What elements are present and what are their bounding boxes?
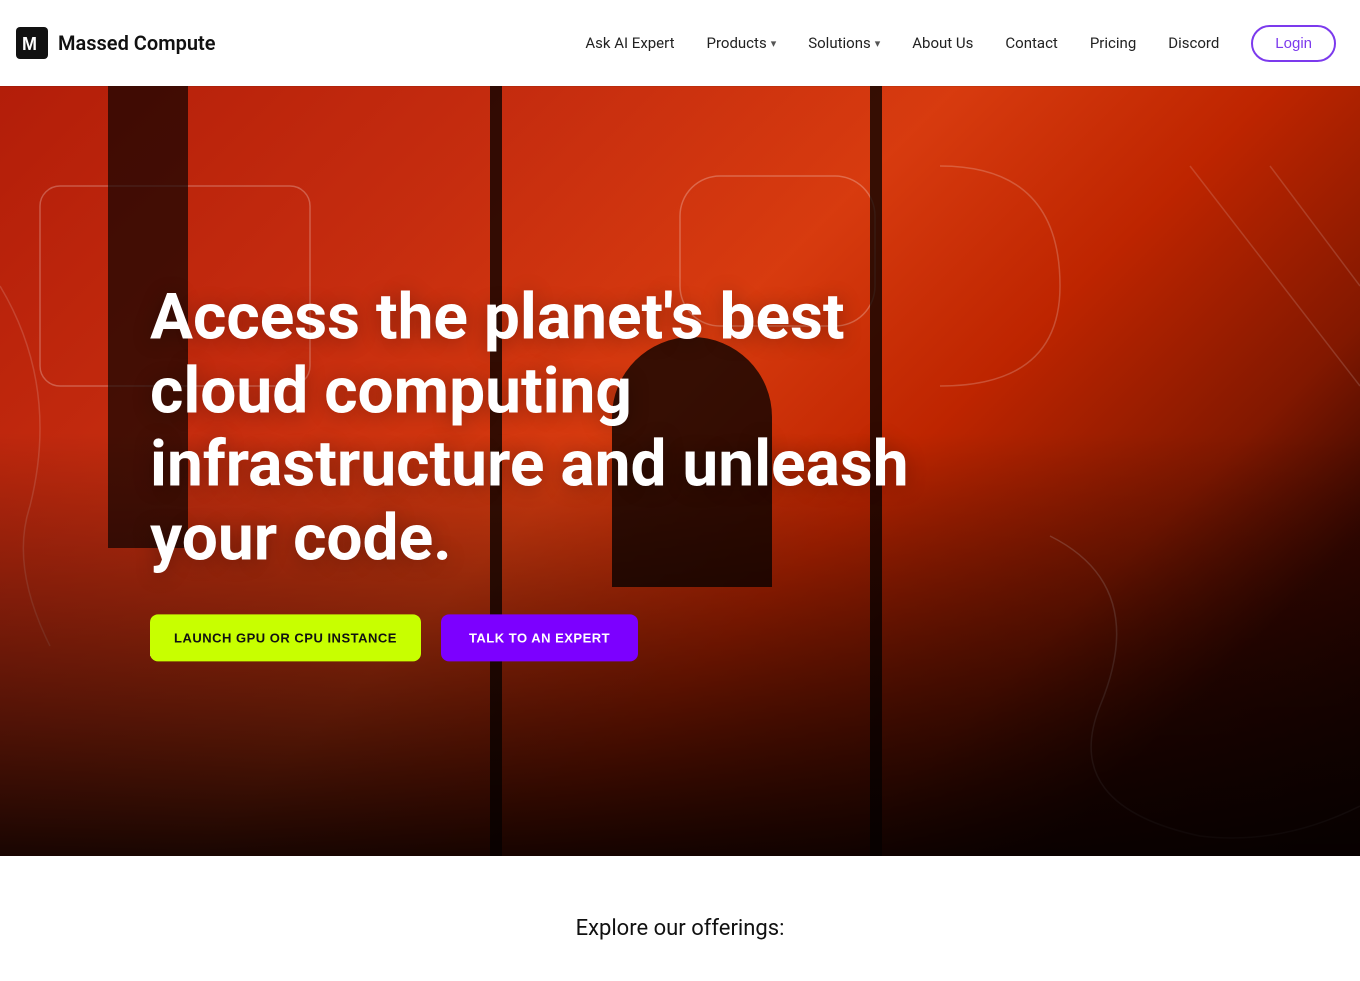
login-button[interactable]: Login [1251,25,1336,62]
solutions-chevron-icon: ▾ [875,37,881,50]
svg-text:M: M [22,34,37,54]
hero-section: Access the planet's best cloud computing… [0,86,1360,856]
hero-content: Access the planet's best cloud computing… [0,280,1360,661]
nav-item-contact[interactable]: Contact [1005,34,1057,52]
explore-offerings-text: Explore our offerings: [0,916,1360,941]
launch-instance-button[interactable]: LAUNCH GPU OR CPU INSTANCE [150,615,421,662]
nav-links: Ask AI Expert Products ▾ Solutions ▾ Abo… [585,25,1336,62]
nav-item-ask-ai-expert[interactable]: Ask AI Expert [585,34,674,52]
talk-to-expert-button[interactable]: TALK TO AN EXPERT [441,615,638,662]
nav-item-solutions[interactable]: Solutions ▾ [808,34,880,52]
navbar: M Massed Compute Ask AI Expert Products … [0,0,1360,86]
nav-item-discord[interactable]: Discord [1168,34,1219,52]
hero-buttons: LAUNCH GPU OR CPU INSTANCE TALK TO AN EX… [150,615,1360,662]
nav-item-pricing[interactable]: Pricing [1090,34,1136,52]
brand-logo-icon: M [16,27,48,59]
brand-logo-text: Massed Compute [58,31,215,55]
hero-title: Access the planet's best cloud computing… [150,280,970,574]
brand-logo[interactable]: M Massed Compute [16,27,215,59]
nav-item-products[interactable]: Products ▾ [707,34,777,52]
below-hero-section: Explore our offerings: [0,856,1360,981]
nav-item-about-us[interactable]: About Us [912,34,973,52]
products-chevron-icon: ▾ [771,37,777,50]
